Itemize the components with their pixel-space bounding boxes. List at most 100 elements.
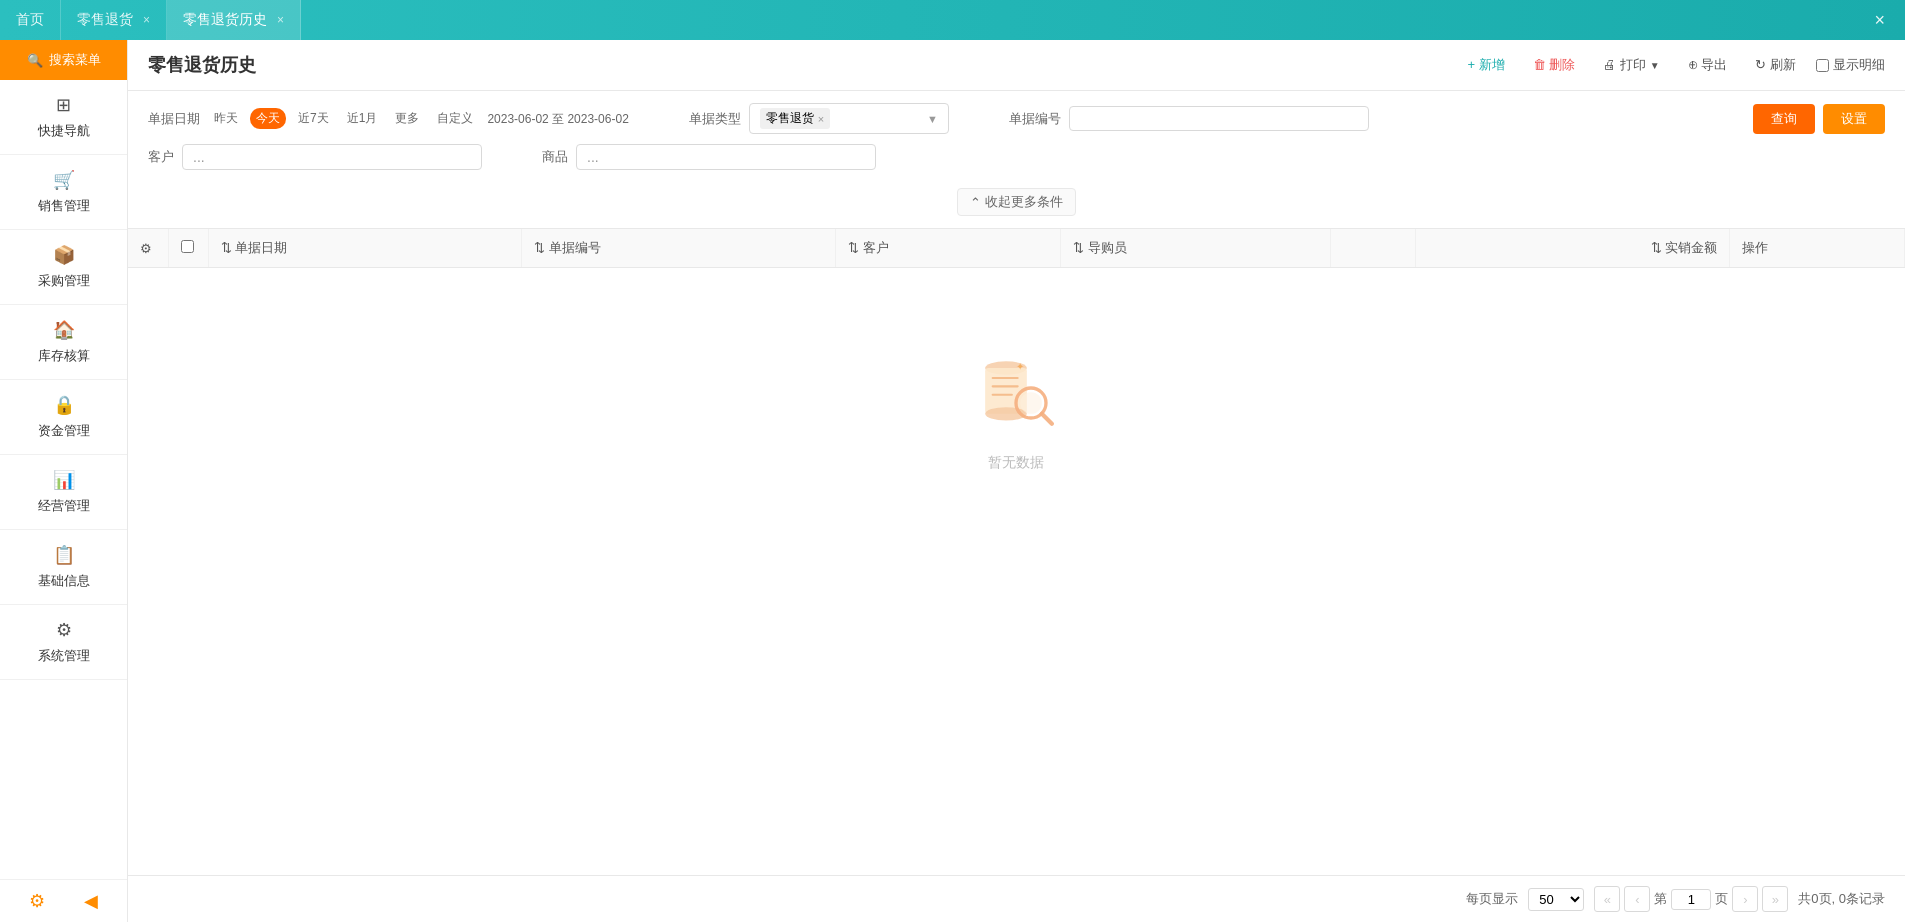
sidebar-item-operation[interactable]: 📊 经营管理 [0,455,127,530]
table-body: ✦ 暂无数据 [128,268,1905,553]
sidebar-item-inventory[interactable]: 🏠 库存核算 [0,305,127,380]
th-action: 操作 [1730,229,1905,268]
empty-icon: ✦ [966,348,1066,438]
table-header: ⚙ ⇅ 单据日期 ⇅ 单据编号 ⇅ 客户 [128,229,1905,268]
page-header: 零售退货历史 + 新增 🗑 删除 🖨 打印 ▼ ⊕ 导出 ↻ 刷新 [128,40,1905,91]
next-page-button[interactable]: › [1732,886,1758,912]
th-checkbox[interactable] [168,229,208,268]
doc-type-tag-close[interactable]: × [818,113,824,125]
doc-no-label: 单据编号 [1009,110,1061,128]
collapse-label: 收起更多条件 [985,193,1063,211]
sidebar-collapse-button[interactable]: ◀ [84,890,98,912]
doc-type-arrow-icon: ▼ [927,113,938,125]
filter-row-2: 客户 ... 商品 ... [148,144,1885,170]
page-title: 零售退货历史 [148,53,256,77]
th-doc-date[interactable]: ⇅ 单据日期 [208,229,522,268]
prev-page-button[interactable]: ‹ [1624,886,1650,912]
pagination-bar: 每页显示 20 50 100 « ‹ 第 页 › » 共0页, 0条记录 [128,875,1905,922]
search-icon: 🔍 [27,53,43,68]
page-word2: 页 [1715,890,1728,908]
sidebar-settings-button[interactable]: ⚙ [29,890,45,912]
date-opt-custom[interactable]: 自定义 [431,108,479,129]
print-label: 🖨 打印 [1603,56,1646,74]
svg-point-7 [1020,392,1042,414]
goods-label: 商品 [542,148,568,166]
tab-retail-return-history-close[interactable]: × [277,13,284,27]
show-details-text: 显示明细 [1833,56,1885,74]
sidebar-item-inventory-label: 库存核算 [38,347,90,365]
header-actions: + 新增 🗑 删除 🖨 打印 ▼ ⊕ 导出 ↻ 刷新 显示明细 [1459,52,1885,78]
date-opt-1month[interactable]: 近1月 [341,108,384,129]
sidebar-item-system[interactable]: ⚙ 系统管理 [0,605,127,680]
customer-select[interactable]: ... [182,144,482,170]
new-button[interactable]: + 新增 [1459,52,1512,78]
total-info: 共0页, 0条记录 [1798,890,1885,908]
delete-button[interactable]: 🗑 删除 [1525,52,1584,78]
settings-icon: ⚙ [140,241,152,256]
svg-text:✦: ✦ [1016,361,1024,372]
refresh-label: ↻ 刷新 [1755,56,1796,74]
top-bar: 首页 零售退货 × 零售退货历史 × × [0,0,1905,40]
customer-dots: ... [193,149,205,165]
th-guide[interactable]: ⇅ 导购员 [1061,229,1330,268]
th-actual-amount[interactable]: ⇅ 实销金额 [1416,229,1730,268]
date-opt-7days[interactable]: 近7天 [292,108,335,129]
query-button[interactable]: 查询 [1753,104,1815,134]
tab-home[interactable]: 首页 [0,0,61,40]
refresh-button[interactable]: ↻ 刷新 [1747,52,1804,78]
goods-filter-group: 商品 ... [542,144,876,170]
sidebar-search-label: 搜索菜单 [49,51,101,69]
date-opt-today[interactable]: 今天 [250,108,286,129]
settings-button[interactable]: 设置 [1823,104,1885,134]
th-doc-no-label: ⇅ 单据编号 [534,240,601,255]
select-all-checkbox[interactable] [181,240,194,253]
print-button[interactable]: 🖨 打印 ▼ [1595,52,1668,78]
sidebar-item-basic-info-label: 基础信息 [38,572,90,590]
sidebar: 🔍 搜索菜单 ⊞ 快捷导航 🛒 销售管理 📦 采购管理 🏠 库存核算 🔒 资金管… [0,40,128,922]
page-size-select[interactable]: 20 50 100 [1528,888,1584,911]
doc-type-select[interactable]: 零售退货 × ▼ [749,103,949,134]
sales-mgmt-icon: 🛒 [53,169,75,191]
sidebar-search[interactable]: 🔍 搜索菜单 [0,40,127,80]
sidebar-item-quick-nav[interactable]: ⊞ 快捷导航 [0,80,127,155]
date-range-display: 2023-06-02 至 2023-06-02 [487,111,628,128]
th-guide-label: ⇅ 导购员 [1073,240,1127,255]
filter-row-1: 单据日期 昨天 今天 近7天 近1月 更多 自定义 2023-06-02 至 2… [148,103,1885,134]
th-customer[interactable]: ⇅ 客户 [836,229,1061,268]
new-label: + 新增 [1467,56,1504,74]
show-details-label[interactable]: 显示明细 [1816,56,1885,74]
doc-no-input[interactable] [1069,106,1369,131]
sidebar-item-sales-mgmt[interactable]: 🛒 销售管理 [0,155,127,230]
tab-list: 首页 零售退货 × 零售退货历史 × [0,0,1854,40]
sidebar-item-finance[interactable]: 🔒 资金管理 [0,380,127,455]
sidebar-item-sales-mgmt-label: 销售管理 [38,197,90,215]
th-actual-amount-label: ⇅ 实销金额 [1651,240,1718,255]
collapse-button[interactable]: ⌃ 收起更多条件 [957,188,1076,216]
date-opt-yesterday[interactable]: 昨天 [208,108,244,129]
th-doc-no[interactable]: ⇅ 单据编号 [522,229,836,268]
sidebar-item-purchase-mgmt[interactable]: 📦 采购管理 [0,230,127,305]
window-close-button[interactable]: × [1854,10,1905,31]
tab-retail-return[interactable]: 零售退货 × [61,0,167,40]
doc-type-tag: 零售退货 × [760,108,830,129]
th-settings[interactable]: ⚙ [128,229,168,268]
show-details-checkbox[interactable] [1816,59,1829,72]
last-page-button[interactable]: » [1762,886,1788,912]
page-number-input[interactable] [1671,889,1711,910]
sidebar-item-finance-label: 资金管理 [38,422,90,440]
date-filter-label: 单据日期 [148,110,200,128]
sidebar-item-basic-info[interactable]: 📋 基础信息 [0,530,127,605]
customer-filter-group: 客户 ... [148,144,482,170]
empty-state: ✦ 暂无数据 [128,268,1905,552]
goods-select[interactable]: ... [576,144,876,170]
tab-retail-return-close[interactable]: × [143,13,150,27]
basic-info-icon: 📋 [53,544,75,566]
customer-label: 客户 [148,148,174,166]
tab-retail-return-history[interactable]: 零售退货历史 × [167,0,301,40]
page-word: 第 [1654,890,1667,908]
th-doc-date-label: ⇅ 单据日期 [221,240,288,255]
date-opt-more[interactable]: 更多 [389,108,425,129]
main-layout: 🔍 搜索菜单 ⊞ 快捷导航 🛒 销售管理 📦 采购管理 🏠 库存核算 🔒 资金管… [0,40,1905,922]
first-page-button[interactable]: « [1594,886,1620,912]
export-button[interactable]: ⊕ 导出 [1680,52,1736,78]
